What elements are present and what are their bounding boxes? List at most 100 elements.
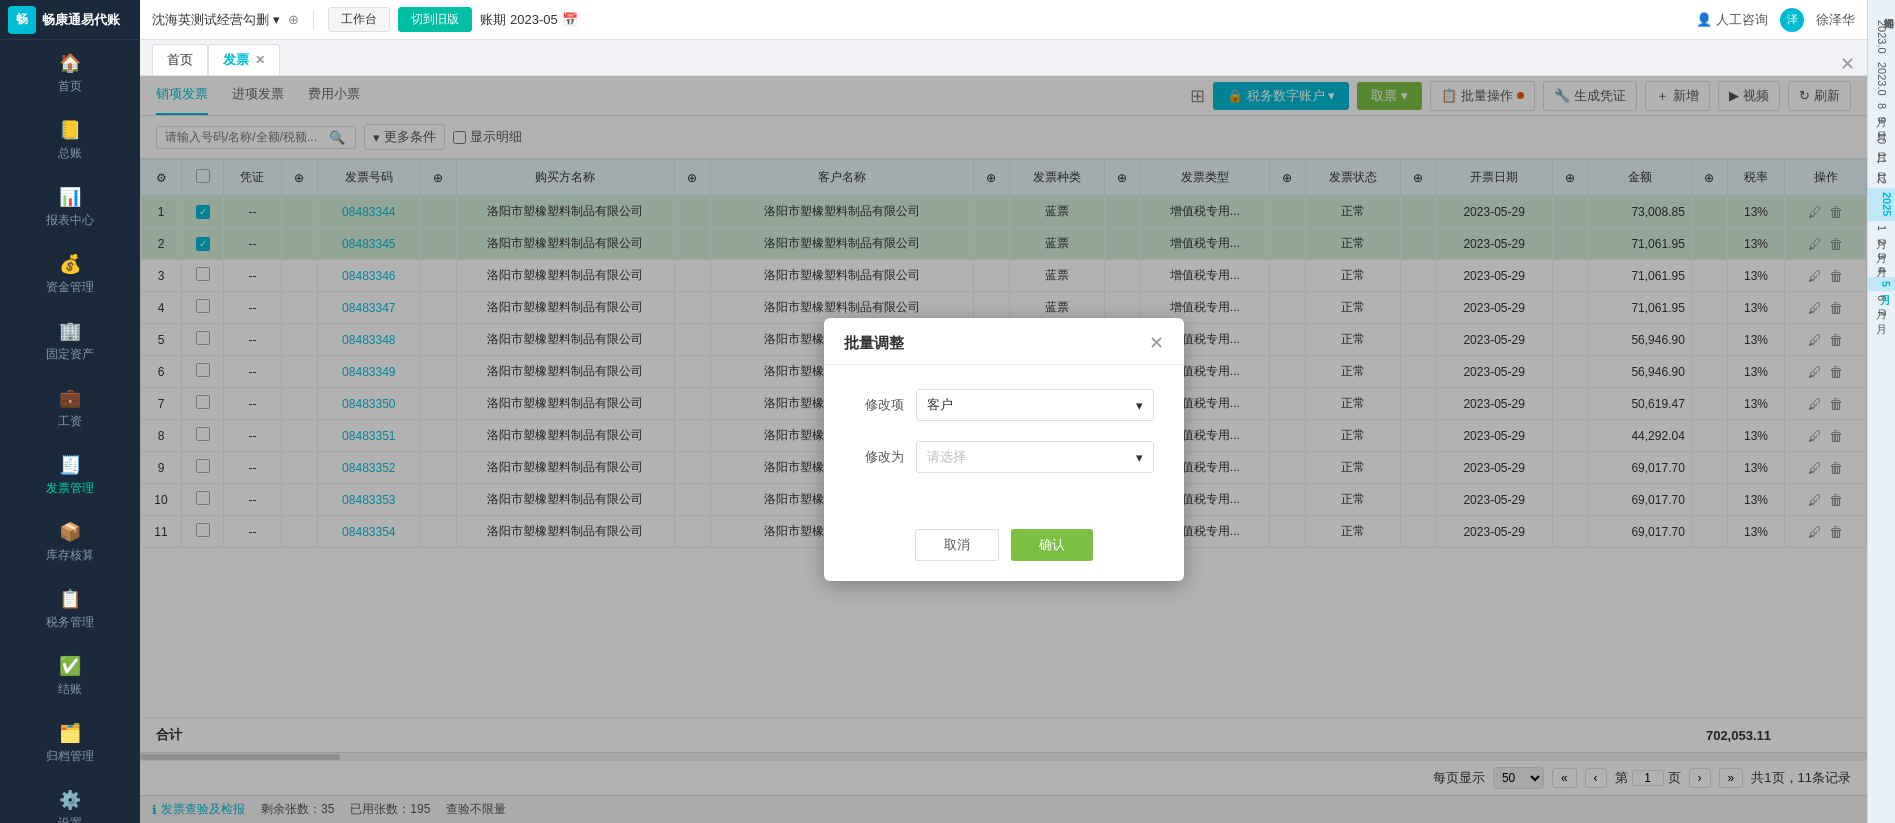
right-sidebar-dec[interactable]: 12月: [1872, 168, 1891, 188]
tab-home-label: 首页: [167, 51, 193, 69]
tab-home[interactable]: 首页: [152, 44, 208, 75]
modify-to-placeholder: 请选择: [927, 448, 966, 466]
sidebar-item-ledger-label: 总账: [58, 145, 82, 162]
modal-overlay: 批量调整 ✕ 修改项 客户 ▾ 修改为: [140, 76, 1867, 823]
right-sidebar-year-2023b[interactable]: 2023.0: [1874, 58, 1890, 100]
sidebar-item-finance[interactable]: 💰 资金管理: [0, 241, 140, 308]
home-icon: 🏠: [59, 52, 81, 74]
sidebar-item-home[interactable]: 🏠 首页: [0, 40, 140, 107]
confirm-button[interactable]: 确认: [1011, 529, 1093, 561]
inventory-icon: 📦: [59, 521, 81, 543]
sidebar-item-invoice-label: 发票管理: [46, 480, 94, 497]
modal-close-button[interactable]: ✕: [1149, 332, 1164, 354]
modify-field-value: 客户: [927, 396, 953, 414]
topbar-divider: [313, 10, 314, 30]
period-label: 账期: [480, 11, 506, 29]
assets-icon: 🏢: [59, 320, 81, 342]
modify-field-label: 修改项: [854, 396, 904, 414]
company-dropdown-icon: ▾: [273, 12, 280, 27]
modal-body: 修改项 客户 ▾ 修改为 请选择 ▾: [824, 365, 1184, 517]
right-sidebar: 期间选择 2023.0 2023.0 8月 9月 10月 11月 12月 202…: [1867, 0, 1895, 823]
sidebar-item-tax-label: 税务管理: [46, 614, 94, 631]
modify-to-row: 修改为 请选择 ▾: [854, 441, 1154, 473]
tab-invoice-label: 发票: [223, 51, 249, 69]
user-name[interactable]: 徐泽华: [1816, 11, 1855, 29]
tax-icon: 📋: [59, 588, 81, 610]
modify-field-dropdown-icon: ▾: [1136, 398, 1143, 413]
content-area: 销项发票 进项发票 费用小票 ⊞ 🔒 税务数字账户 ▾ 取票 ▾: [140, 76, 1867, 823]
ledger-icon: 📒: [59, 119, 81, 141]
sidebar-item-inventory-label: 库存核算: [46, 547, 94, 564]
sidebar-item-archive-label: 归档管理: [46, 748, 94, 765]
payroll-icon: 💼: [59, 387, 81, 409]
sidebar-item-payroll[interactable]: 💼 工资: [0, 375, 140, 442]
batch-adjust-modal: 批量调整 ✕ 修改项 客户 ▾ 修改为: [824, 318, 1184, 581]
finance-icon: 💰: [59, 253, 81, 275]
sidebar-item-close[interactable]: ✅ 结账: [0, 643, 140, 710]
sidebar-item-invoice[interactable]: 🧾 发票管理: [0, 442, 140, 509]
topbar: 沈海英测试经营勾删 ▾ ⊕ 工作台 切到旧版 账期 2023-05 📅 👤 人工…: [140, 0, 1867, 40]
sidebar-item-inventory[interactable]: 📦 库存核算: [0, 509, 140, 576]
right-sidebar-2025[interactable]: 2025: [1868, 188, 1895, 220]
app-logo: 畅 畅康通易代账: [0, 0, 140, 40]
close-window-button[interactable]: ✕: [1840, 53, 1855, 75]
logo-text: 畅康通易代账: [42, 11, 120, 29]
cancel-button[interactable]: 取消: [915, 529, 999, 561]
modal-footer: 取消 确认: [824, 517, 1184, 581]
right-sidebar-jul[interactable]: 7月: [1872, 306, 1891, 320]
company-action-icon[interactable]: ⊕: [288, 12, 299, 27]
switch-period-button[interactable]: 切到旧版: [398, 7, 472, 32]
modify-to-dropdown-icon: ▾: [1136, 450, 1143, 465]
modal-header: 批量调整 ✕: [824, 318, 1184, 365]
sidebar-item-home-label: 首页: [58, 78, 82, 95]
settings-icon: ⚙️: [59, 789, 81, 811]
right-sidebar-aug[interactable]: 8月: [1872, 99, 1891, 113]
modify-field-row: 修改项 客户 ▾: [854, 389, 1154, 421]
right-sidebar-sep[interactable]: 9月: [1872, 113, 1891, 127]
main-area: 沈海英测试经营勾删 ▾ ⊕ 工作台 切到旧版 账期 2023-05 📅 👤 人工…: [140, 0, 1867, 823]
modal-title: 批量调整: [844, 334, 904, 353]
company-name: 沈海英测试经营勾删: [152, 11, 269, 29]
right-sidebar-year-2023[interactable]: 2023.0: [1874, 16, 1890, 58]
sidebar-item-close-label: 结账: [58, 681, 82, 698]
right-sidebar-mar[interactable]: 3月: [1872, 249, 1891, 263]
support-icon: 👤: [1696, 12, 1712, 27]
sidebar: 畅 畅康通易代账 🏠 首页 📒 总账 📊 报表中心 💰 资金管理 🏢 固: [0, 0, 140, 823]
invoice-icon: 🧾: [59, 454, 81, 476]
sidebar-item-archive[interactable]: 🗂️ 归档管理: [0, 710, 140, 777]
sidebar-item-tax[interactable]: 📋 税务管理: [0, 576, 140, 643]
modify-to-select[interactable]: 请选择 ▾: [916, 441, 1154, 473]
company-selector[interactable]: 沈海英测试经营勾删 ▾: [152, 11, 280, 29]
workspace-button[interactable]: 工作台: [328, 7, 390, 32]
logo-icon: 畅: [8, 6, 36, 34]
modify-field-select[interactable]: 客户 ▾: [916, 389, 1154, 421]
right-sidebar-apr[interactable]: 4月: [1872, 263, 1891, 277]
period-display: 账期 2023-05 📅: [480, 11, 578, 29]
right-sidebar-jan[interactable]: 1月: [1872, 221, 1891, 235]
modify-to-label: 修改为: [854, 448, 904, 466]
right-sidebar-jun[interactable]: 6月: [1872, 291, 1891, 305]
calendar-icon[interactable]: 📅: [562, 12, 578, 27]
close-period-icon: ✅: [59, 655, 81, 677]
sidebar-item-ledger[interactable]: 📒 总账: [0, 107, 140, 174]
right-sidebar-may[interactable]: 5月: [1868, 277, 1895, 291]
reports-icon: 📊: [59, 186, 81, 208]
topbar-right: 👤 人工咨询 泽 徐泽华: [1696, 8, 1855, 32]
tab-invoice[interactable]: 发票 ✕: [208, 44, 280, 75]
sidebar-item-assets[interactable]: 🏢 固定资产: [0, 308, 140, 375]
sidebar-item-finance-label: 资金管理: [46, 279, 94, 296]
support-button[interactable]: 👤 人工咨询: [1696, 11, 1768, 29]
sidebar-item-payroll-label: 工资: [58, 413, 82, 430]
tabbar: 首页 发票 ✕ ✕: [140, 40, 1867, 76]
right-sidebar-nov[interactable]: 11月: [1872, 148, 1891, 168]
right-sidebar-feb[interactable]: 2月: [1872, 235, 1891, 249]
tab-invoice-close-icon[interactable]: ✕: [255, 53, 265, 67]
right-sidebar-oct[interactable]: 10月: [1872, 128, 1891, 148]
sidebar-nav: 🏠 首页 📒 总账 📊 报表中心 💰 资金管理 🏢 固定资产 💼 工资: [0, 40, 140, 823]
period-value: 2023-05: [510, 12, 558, 27]
sidebar-item-assets-label: 固定资产: [46, 346, 94, 363]
right-sidebar-title: 期间选择: [1868, 4, 1895, 16]
sidebar-item-settings[interactable]: ⚙️ 设置: [0, 777, 140, 823]
user-avatar[interactable]: 泽: [1780, 8, 1804, 32]
sidebar-item-reports[interactable]: 📊 报表中心: [0, 174, 140, 241]
